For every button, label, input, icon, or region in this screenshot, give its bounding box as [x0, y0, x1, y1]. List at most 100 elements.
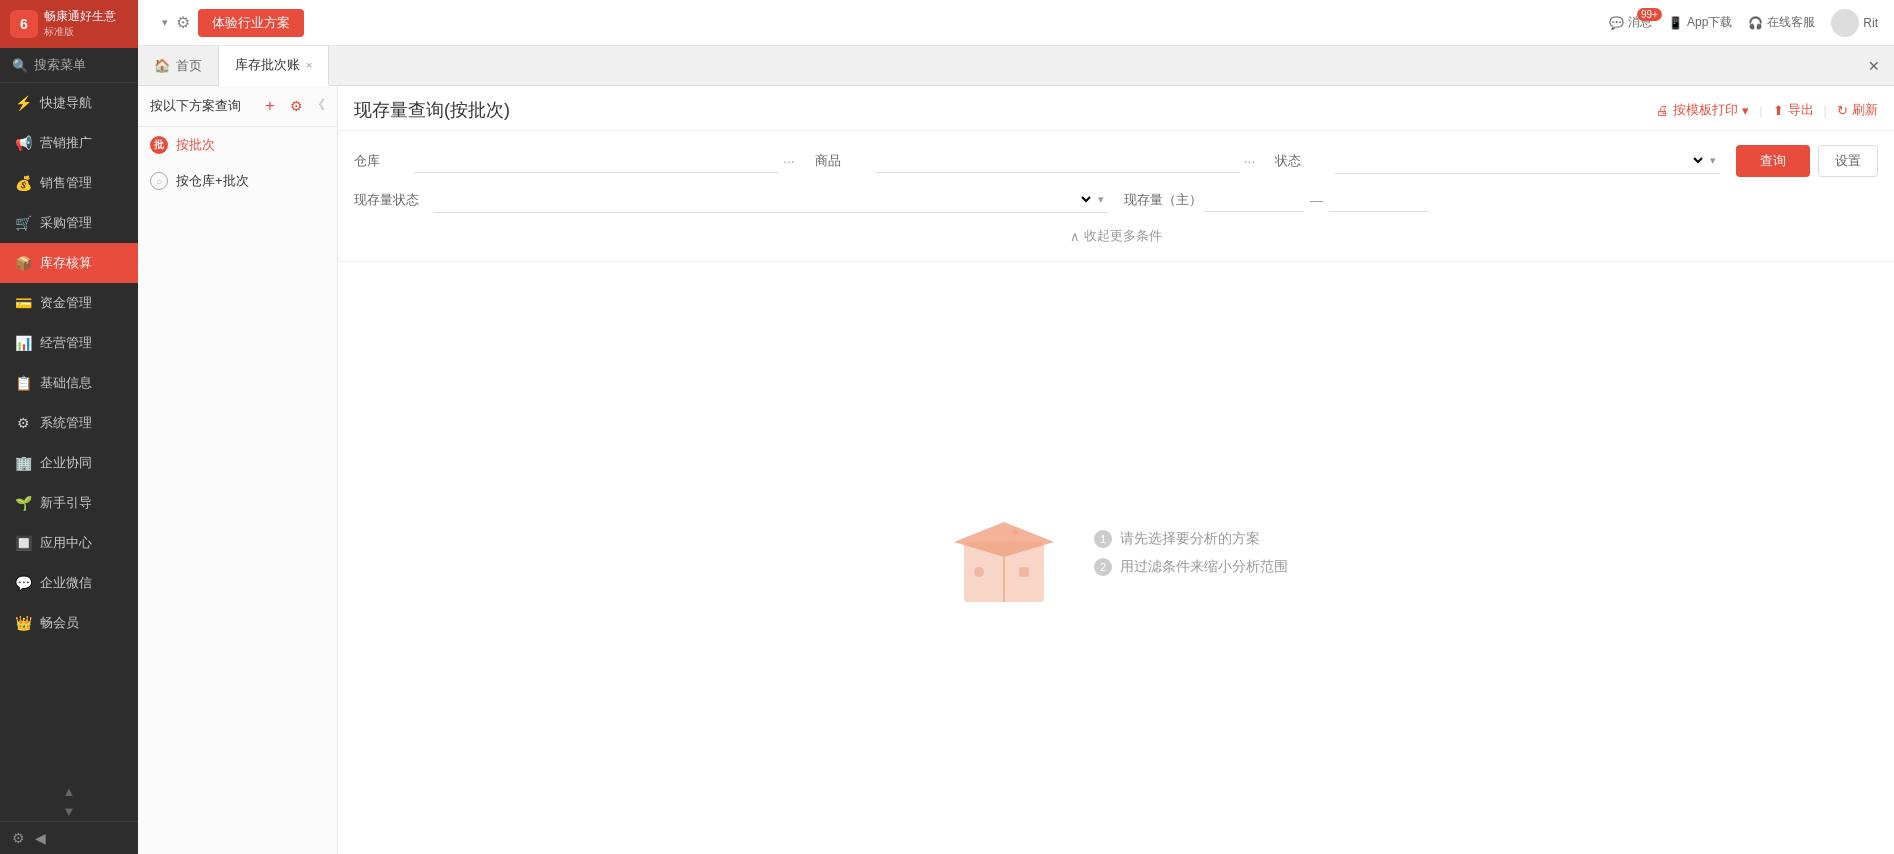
sidebar-item-purchase[interactable]: 🛒 采购管理	[0, 203, 138, 243]
tab-home[interactable]: 🏠 首页	[138, 47, 219, 85]
sidebar-item-guide[interactable]: 🌱 新手引导	[0, 483, 138, 523]
app-download-action[interactable]: 📱 App下载	[1668, 14, 1732, 31]
sidebar-item-member[interactable]: 👑 畅会员	[0, 603, 138, 643]
scheme-item-batch[interactable]: 批 按批次	[138, 127, 337, 163]
export-label: 导出	[1788, 101, 1814, 119]
filter-action-btns: 查询 设置	[1736, 145, 1878, 177]
sidebar-scroll-down[interactable]: ▼	[0, 801, 138, 821]
topbar-settings-icon[interactable]: ⚙	[176, 13, 190, 32]
print-btn[interactable]: 🖨 按模板打印 ▾	[1656, 101, 1749, 119]
query-btn[interactable]: 查询	[1736, 145, 1810, 177]
product-label: 商品	[815, 152, 875, 170]
header-divider1: |	[1759, 103, 1762, 118]
marketing-icon: 📢	[14, 134, 32, 152]
warehouse-input[interactable]	[414, 149, 779, 173]
empty-hint-1: 1 请先选择要分析的方案	[1094, 530, 1288, 548]
purchase-icon: 🛒	[14, 214, 32, 232]
sidebar-scroll-up[interactable]: ▲	[0, 781, 138, 801]
empty-hints: 1 请先选择要分析的方案 2 用过滤条件来缩小分析范围	[1094, 530, 1288, 586]
basic-icon: 📋	[14, 374, 32, 392]
sidebar-item-basic[interactable]: 📋 基础信息	[0, 363, 138, 403]
message-action[interactable]: 💬 消息 99+	[1609, 14, 1652, 31]
inventory-qty-to-input[interactable]	[1329, 188, 1429, 212]
sidebar-item-marketing[interactable]: 📢 营销推广	[0, 123, 138, 163]
app-edition: 标准版	[44, 25, 116, 39]
warehouse-field: 仓库 ···	[354, 149, 799, 173]
sidebar-item-quick-nav[interactable]: ⚡ 快捷导航	[0, 83, 138, 123]
sidebar-nav: ⚡ 快捷导航 📢 营销推广 💰 销售管理 🛒 采购管理 📦 库存核算 💳 资金管…	[0, 83, 138, 781]
sidebar-item-label: 应用中心	[40, 534, 92, 552]
svg-text:✦: ✦	[1009, 524, 1021, 540]
sidebar-item-label: 资金管理	[40, 294, 92, 312]
app-logo: 6	[10, 10, 38, 38]
finance-icon: 💳	[14, 294, 32, 312]
header-divider2: |	[1824, 103, 1827, 118]
sidebar-item-inventory[interactable]: 📦 库存核算	[0, 243, 138, 283]
wechat-icon: 💬	[14, 574, 32, 592]
sidebar-item-enterprise[interactable]: 🏢 企业协同	[0, 443, 138, 483]
scheme-label-warehouse-batch: 按仓库+批次	[176, 172, 249, 190]
experience-btn[interactable]: 体验行业方案	[198, 9, 304, 37]
collapse-label: 收起更多条件	[1084, 227, 1162, 245]
content-area: 按以下方案查询 + ⚙ 《 批 按批次 ○ 按仓库+批次 现存量查询(按批次)	[138, 86, 1894, 854]
tab-close-icon[interactable]: ×	[306, 59, 312, 71]
sidebar-item-operation[interactable]: 📊 经营管理	[0, 323, 138, 363]
settings-btn[interactable]: 设置	[1818, 145, 1878, 177]
main-content-right: 现存量查询(按批次) 🖨 按模板打印 ▾ | ⬆ 导出 | ↻	[338, 86, 1894, 854]
sidebar-item-wechat[interactable]: 💬 企业微信	[0, 563, 138, 603]
sidebar-item-label: 销售管理	[40, 174, 92, 192]
app-download-label: App下载	[1687, 14, 1732, 31]
inventory-qty-from-input[interactable]	[1204, 188, 1304, 212]
tab-panel-close-icon[interactable]: ✕	[1854, 48, 1894, 84]
sidebar-item-label: 新手引导	[40, 494, 92, 512]
filter-panel-title: 按以下方案查询	[150, 97, 241, 115]
scheme-settings-btn[interactable]: ⚙	[286, 96, 306, 116]
hint-text-1: 请先选择要分析的方案	[1120, 530, 1260, 548]
search-icon: 🔍	[12, 58, 28, 73]
tab-home-label: 首页	[176, 57, 202, 75]
sidebar-item-sales[interactable]: 💰 销售管理	[0, 163, 138, 203]
topbar-left: ▾ ⚙ 体验行业方案	[154, 9, 1599, 37]
scheme-item-warehouse-batch[interactable]: ○ 按仓库+批次	[138, 163, 337, 199]
search-label: 搜索菜单	[34, 56, 86, 74]
inventory-icon: 📦	[14, 254, 32, 272]
sidebar-item-label: 企业微信	[40, 574, 92, 592]
warehouse-dots-btn[interactable]: ···	[779, 153, 799, 169]
empty-svg-icon: ✦	[944, 502, 1064, 612]
export-btn[interactable]: ⬆ 导出	[1773, 101, 1814, 119]
status-select[interactable]	[1335, 148, 1706, 173]
sidebar-item-finance[interactable]: 💳 资金管理	[0, 283, 138, 323]
hint-text-2: 用过滤条件来缩小分析范围	[1120, 558, 1288, 576]
collapse-more-btn[interactable]: ∧ 收起更多条件	[354, 223, 1878, 253]
sidebar-item-system[interactable]: ⚙ 系统管理	[0, 403, 138, 443]
online-service-action[interactable]: 🎧 在线客服	[1748, 14, 1815, 31]
sidebar-search[interactable]: 🔍 搜索菜单	[0, 48, 138, 83]
product-input[interactable]	[875, 149, 1240, 173]
inventory-status-select[interactable]	[434, 187, 1094, 212]
product-dots-btn[interactable]: ···	[1240, 153, 1260, 169]
tabbar: 🏠 首页 库存批次账 × ✕	[138, 46, 1894, 86]
message-icon: 💬	[1609, 16, 1624, 30]
sidebar-item-label: 企业协同	[40, 454, 92, 472]
sidebar-item-label: 系统管理	[40, 414, 92, 432]
topbar-right: 💬 消息 99+ 📱 App下载 🎧 在线客服 Rit	[1609, 9, 1878, 37]
user-action[interactable]: Rit	[1831, 9, 1878, 37]
sidebar-item-apps[interactable]: 🔲 应用中心	[0, 523, 138, 563]
footer-settings-icon[interactable]: ⚙	[12, 830, 25, 846]
apps-icon: 🔲	[14, 534, 32, 552]
filter-panel-actions: + ⚙ 《	[260, 96, 325, 116]
print-dropdown-icon[interactable]: ▾	[1742, 103, 1749, 118]
refresh-btn[interactable]: ↻ 刷新	[1837, 101, 1878, 119]
filter-row-2: 现存量状态 ▾ 现存量（主） —	[354, 187, 1878, 213]
footer-collapse-icon[interactable]: ◀	[35, 830, 46, 846]
operation-icon: 📊	[14, 334, 32, 352]
warehouse-label: 仓库	[354, 152, 414, 170]
tab-inventory-label: 库存批次账	[235, 56, 300, 74]
tab-inventory-batch[interactable]: 库存批次账 ×	[219, 46, 329, 86]
topbar-dropdown-icon[interactable]: ▾	[162, 16, 168, 29]
collapse-panel-btn[interactable]: 《	[312, 96, 325, 116]
app-title: 畅康通好生意	[44, 9, 116, 25]
sidebar-header: 6 畅康通好生意 标准版	[0, 0, 138, 48]
add-scheme-btn[interactable]: +	[260, 96, 280, 116]
svg-rect-5	[1019, 567, 1029, 577]
